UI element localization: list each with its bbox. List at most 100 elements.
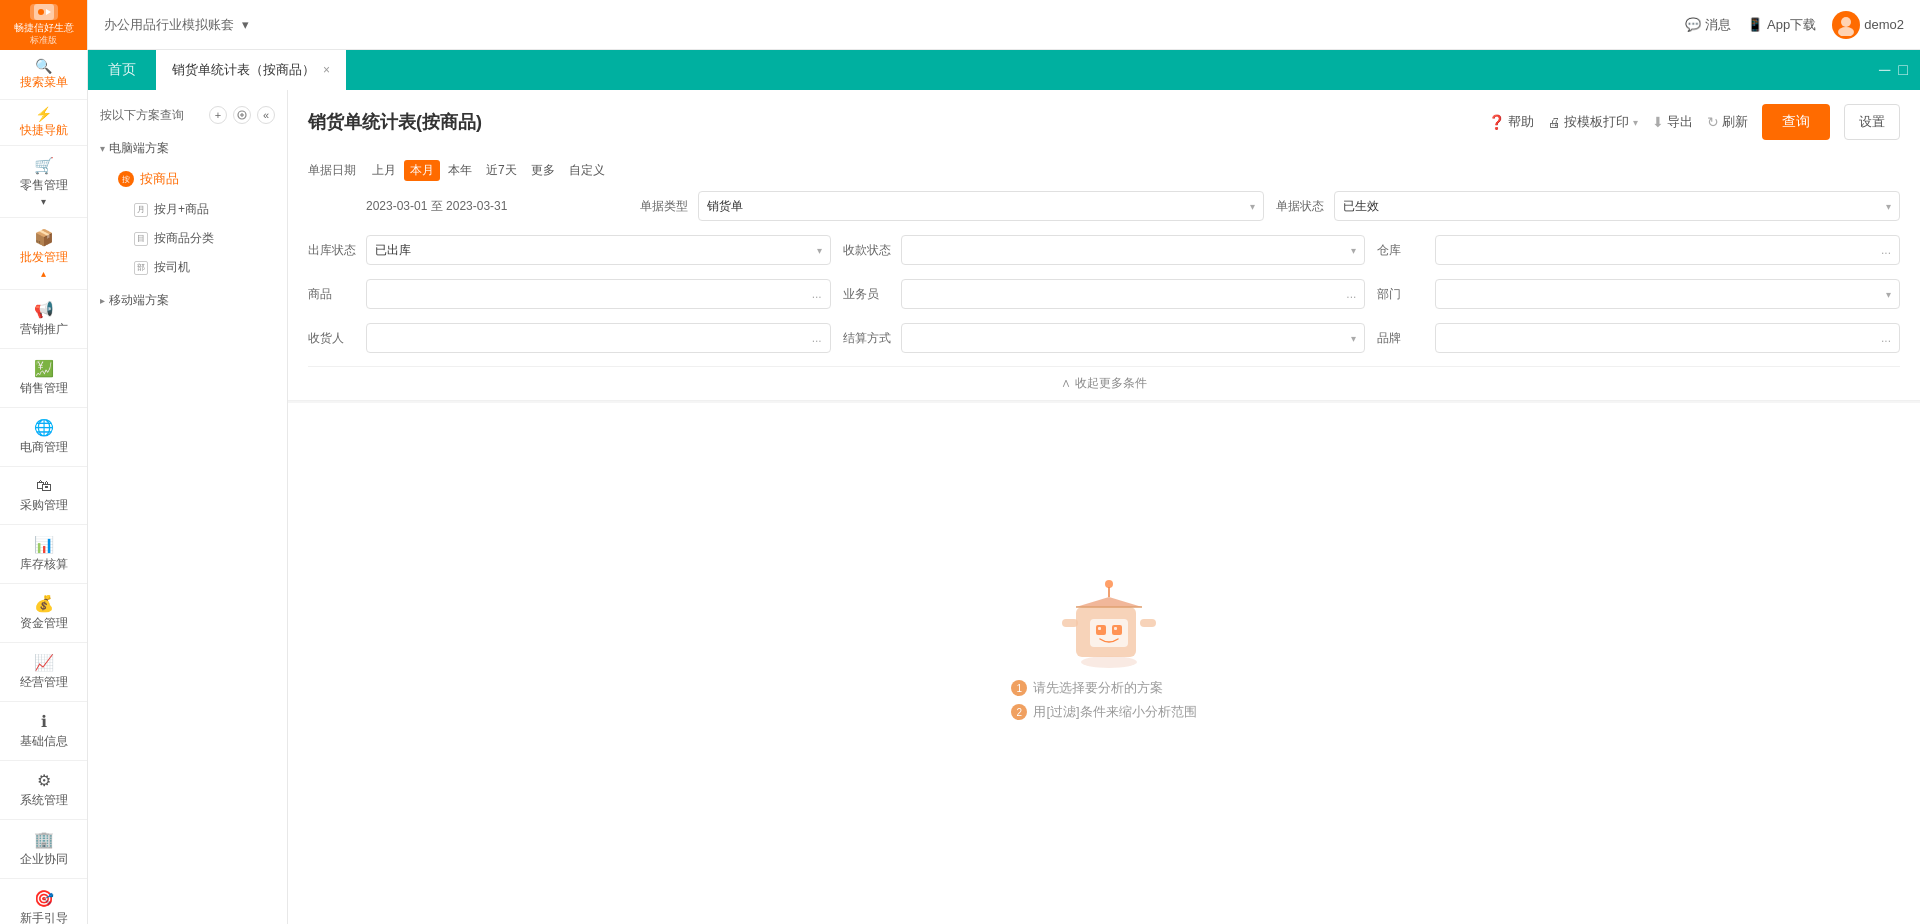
query-button[interactable]: 查询 bbox=[1762, 104, 1830, 140]
department-arrow: ▾ bbox=[1886, 289, 1891, 300]
tab-close-btn[interactable]: × bbox=[323, 63, 330, 77]
breadcrumb-arrow[interactable]: ▾ bbox=[242, 17, 249, 32]
product-scheme-icon: 按 bbox=[118, 171, 134, 187]
refresh-btn[interactable]: ↻ 刷新 bbox=[1707, 113, 1748, 131]
tab-active[interactable]: 销货单统计表（按商品） × bbox=[156, 50, 346, 90]
receiver-input[interactable]: ... bbox=[366, 323, 831, 353]
department-input[interactable]: ▾ bbox=[1435, 279, 1900, 309]
quick-nav[interactable]: ⚡ 快捷导航 bbox=[0, 100, 87, 146]
pc-group-title[interactable]: ▾ 电脑端方案 bbox=[88, 134, 287, 163]
print-chevron[interactable]: ▾ bbox=[1633, 117, 1638, 128]
goods-input[interactable]: ... bbox=[366, 279, 831, 309]
settlement-label: 结算方式 bbox=[843, 330, 893, 347]
filter-row-2: 出库状态 已出库 ▾ 收款状态 ▾ bbox=[308, 234, 1900, 266]
sidebar-item-wholesale[interactable]: 📦 批发管理 ▴ bbox=[0, 218, 87, 290]
date-this-month[interactable]: 本月 bbox=[404, 160, 440, 181]
receiver-dots[interactable]: ... bbox=[812, 331, 822, 345]
message-btn[interactable]: 💬 消息 bbox=[1685, 16, 1731, 34]
scheme-item-product[interactable]: 按 按商品 bbox=[88, 163, 287, 195]
sidebar-item-retail[interactable]: 🛒 零售管理 ▾ bbox=[0, 146, 87, 218]
search-menu[interactable]: 🔍 搜索菜单 bbox=[0, 50, 87, 100]
date-last-month[interactable]: 上月 bbox=[366, 160, 402, 181]
print-btn-wrapper: 🖨 按模板打印 ▾ bbox=[1548, 113, 1638, 131]
app-download-btn[interactable]: 📱 App下载 bbox=[1747, 16, 1816, 34]
receiver-label: 收货人 bbox=[308, 330, 358, 347]
sidebar-item-system[interactable]: ⚙ 系统管理 bbox=[0, 761, 87, 820]
date-7days[interactable]: 近7天 bbox=[480, 160, 523, 181]
doc-type-input[interactable]: 销货单 ▾ bbox=[698, 191, 1264, 221]
pc-expand-arrow: ▾ bbox=[100, 143, 105, 154]
scheme-sub-month-product[interactable]: 月 按月+商品 bbox=[88, 195, 287, 224]
tab-home[interactable]: 首页 bbox=[88, 50, 156, 90]
help-icon: ❓ bbox=[1488, 114, 1505, 130]
sidebar-item-sales[interactable]: 💹 销售管理 bbox=[0, 349, 87, 408]
filter-row-3: 商品 ... 业务员 ... bbox=[308, 278, 1900, 310]
svg-point-3 bbox=[1838, 27, 1854, 36]
salesperson-input[interactable]: ... bbox=[901, 279, 1366, 309]
sidebar-item-guide[interactable]: 🎯 新手引导 bbox=[0, 879, 87, 924]
sidebar-item-operations[interactable]: 📈 经营管理 bbox=[0, 643, 87, 702]
salesperson-dots[interactable]: ... bbox=[1346, 287, 1356, 301]
system-icon: ⚙ bbox=[37, 771, 51, 790]
settings-button[interactable]: 设置 bbox=[1844, 104, 1900, 140]
message-icon: 💬 bbox=[1685, 17, 1701, 32]
date-more[interactable]: 更多 bbox=[525, 160, 561, 181]
edit-scheme-btn[interactable] bbox=[233, 106, 251, 124]
warehouse-input[interactable]: ... bbox=[1435, 235, 1900, 265]
logo-icon bbox=[30, 4, 58, 20]
date-label: 单据日期 bbox=[308, 162, 358, 179]
collect-status-label: 收款状态 bbox=[843, 242, 893, 259]
department-label: 部门 bbox=[1377, 286, 1427, 303]
warehouse-dots[interactable]: ... bbox=[1881, 243, 1891, 257]
sidebar-item-purchase[interactable]: 🛍 采购管理 bbox=[0, 467, 87, 525]
help-btn[interactable]: ❓ 帮助 bbox=[1488, 113, 1534, 131]
logo-text: 畅捷信好生意 bbox=[14, 22, 74, 34]
user-menu[interactable]: demo2 bbox=[1832, 11, 1904, 39]
empty-state: 1 请先选择要分析的方案 2 用[过滤]条件来缩小分析范围 bbox=[288, 527, 1920, 801]
scheme-sub-driver[interactable]: 部 按司机 bbox=[88, 253, 287, 282]
date-custom[interactable]: 自定义 bbox=[563, 160, 611, 181]
export-btn[interactable]: ⬇ 导出 bbox=[1652, 113, 1693, 131]
svg-rect-14 bbox=[1114, 627, 1117, 630]
operations-icon: 📈 bbox=[34, 653, 54, 672]
basic-icon: ℹ bbox=[41, 712, 47, 731]
export-icon: ⬇ bbox=[1652, 114, 1664, 130]
sidebar-item-finance[interactable]: 💰 资金管理 bbox=[0, 584, 87, 643]
settlement-input[interactable]: ▾ bbox=[901, 323, 1366, 353]
collapse-conditions-btn[interactable]: ∧ 收起更多条件 bbox=[308, 366, 1900, 400]
brand-dots[interactable]: ... bbox=[1881, 331, 1891, 345]
scheme-sub-category[interactable]: 目 按商品分类 bbox=[88, 224, 287, 253]
title-actions: ❓ 帮助 🖨 按模板打印 ▾ ⬇ 导出 bbox=[1488, 104, 1900, 140]
tab-maximize-btn[interactable]: □ bbox=[1898, 61, 1908, 79]
brand-input[interactable]: ... bbox=[1435, 323, 1900, 353]
breadcrumb: 办公用品行业模拟账套 bbox=[104, 16, 234, 34]
collect-status-input[interactable]: ▾ bbox=[901, 235, 1366, 265]
purchase-icon: 🛍 bbox=[36, 477, 52, 495]
sidebar-item-enterprise[interactable]: 🏢 企业协同 bbox=[0, 820, 87, 879]
add-scheme-btn[interactable]: + bbox=[209, 106, 227, 124]
mobile-scheme-group[interactable]: ▸ 移动端方案 bbox=[88, 286, 287, 315]
guide-icon: 🎯 bbox=[34, 889, 54, 908]
wholesale-arrow: ▴ bbox=[41, 268, 46, 279]
tab-bar-right: ─ □ bbox=[1879, 61, 1920, 79]
print-btn[interactable]: 🖨 按模板打印 bbox=[1548, 113, 1629, 131]
svg-rect-13 bbox=[1098, 627, 1101, 630]
collapse-scheme-btn[interactable]: « bbox=[257, 106, 275, 124]
receiver-row: 收货人 ... bbox=[308, 322, 831, 354]
sidebar-item-inventory[interactable]: 📊 库存核算 bbox=[0, 525, 87, 584]
date-this-year[interactable]: 本年 bbox=[442, 160, 478, 181]
goods-dots[interactable]: ... bbox=[812, 287, 822, 301]
download-icon: 📱 bbox=[1747, 17, 1763, 32]
tab-minimize-btn[interactable]: ─ bbox=[1879, 61, 1890, 79]
retail-icon: 🛒 bbox=[34, 156, 54, 175]
svg-rect-12 bbox=[1112, 625, 1122, 635]
sidebar-item-basic[interactable]: ℹ 基础信息 bbox=[0, 702, 87, 761]
out-status-input[interactable]: 已出库 ▾ bbox=[366, 235, 831, 265]
sidebar-item-ecommerce[interactable]: 🌐 电商管理 bbox=[0, 408, 87, 467]
doc-status-input[interactable]: 已生效 ▾ bbox=[1334, 191, 1900, 221]
sidebar-item-marketing[interactable]: 📢 营销推广 bbox=[0, 290, 87, 349]
goods-label: 商品 bbox=[308, 286, 358, 303]
date-range-text: 2023-03-01 至 2023-03-31 bbox=[366, 198, 507, 215]
enterprise-icon: 🏢 bbox=[34, 830, 54, 849]
ecommerce-icon: 🌐 bbox=[34, 418, 54, 437]
